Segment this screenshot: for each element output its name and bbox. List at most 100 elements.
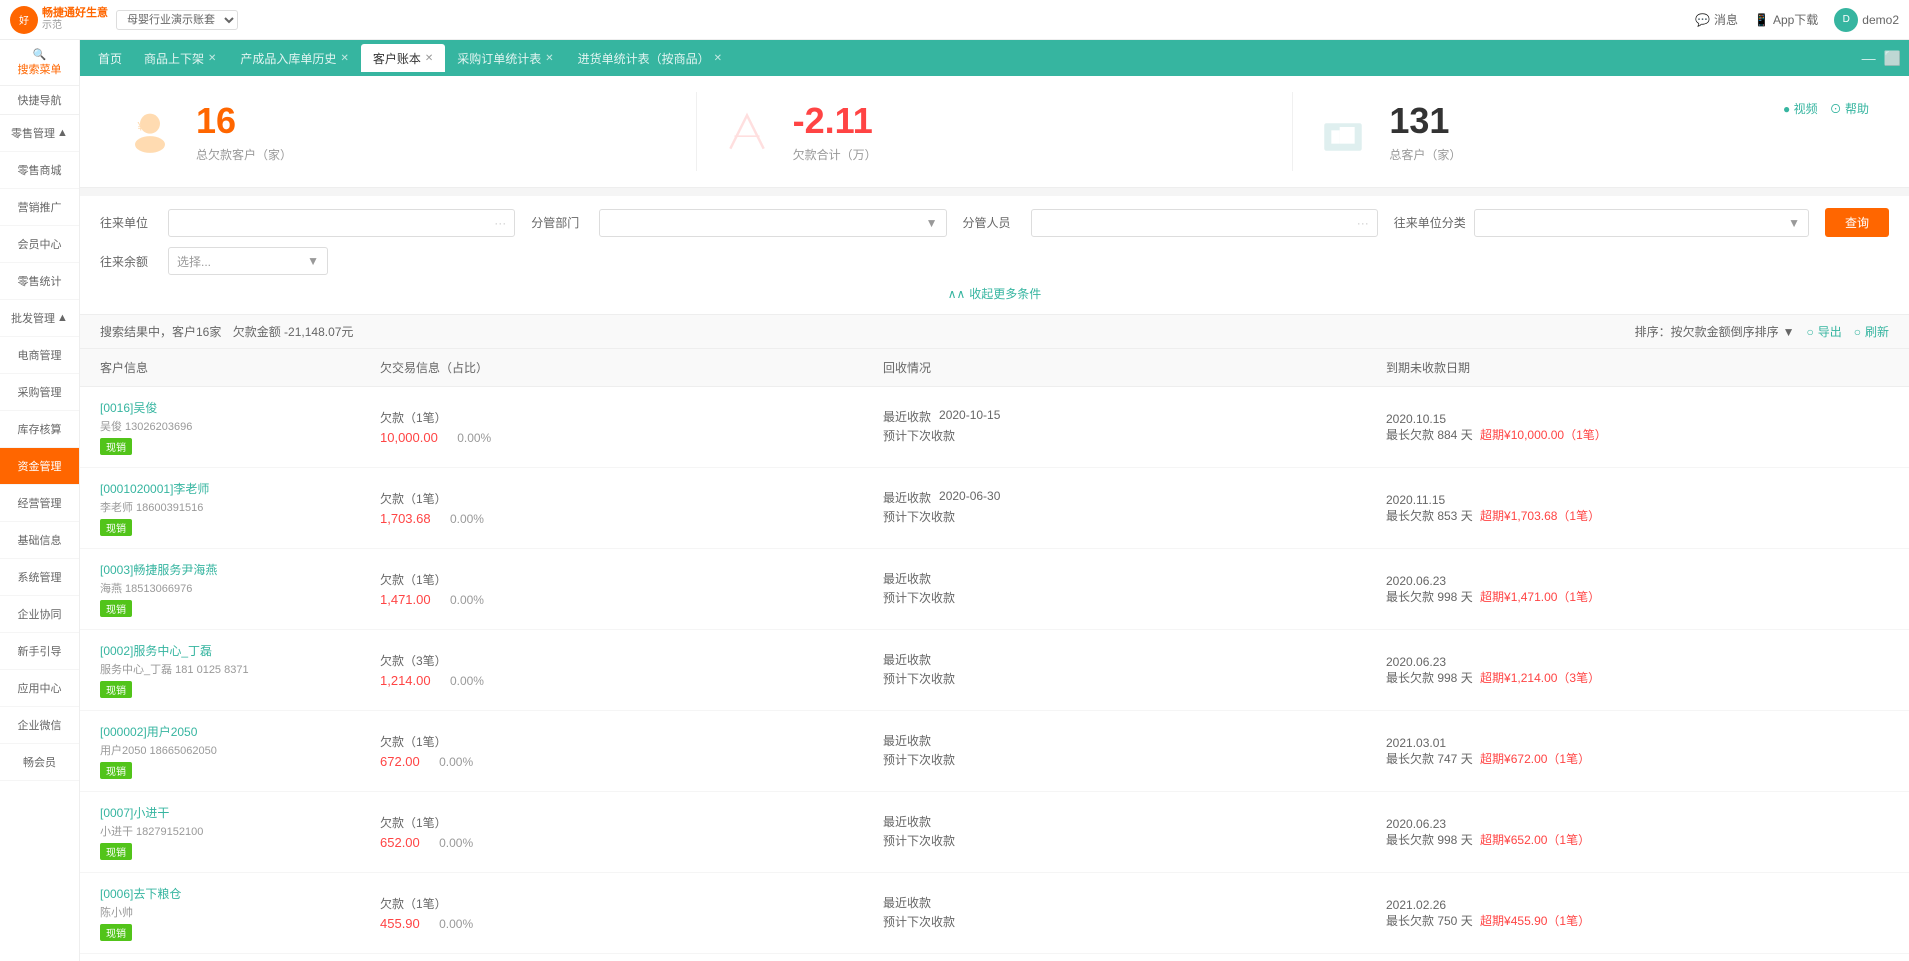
recovery-row-2a: 最近收款	[883, 570, 1386, 587]
industry-select[interactable]: 母婴行业演示账套	[116, 10, 238, 30]
user-menu[interactable]: D demo2	[1834, 8, 1899, 32]
chevron-down-icon-2: ▼	[1788, 216, 1800, 230]
dept-select[interactable]: ▼	[599, 209, 946, 237]
source-unit-dots: ···	[494, 216, 506, 230]
balance-select[interactable]: 选择... ▼	[168, 247, 328, 275]
sidebar-item-retail-store[interactable]: 零售商城	[0, 152, 79, 189]
chevron-down-icon: ▼	[926, 216, 938, 230]
overdue-link-0[interactable]: 超期¥10,000.00（1笔）	[1480, 428, 1607, 442]
sidebar-item-marketing[interactable]: 营销推广	[0, 189, 79, 226]
customer-name-2[interactable]: [0003]畅捷服务尹海燕	[100, 561, 380, 578]
debt-amount-3: 1,214.00	[380, 673, 431, 688]
table-row: [0003]畅捷服务尹海燕 海燕 18513066976 现销 欠款（1笔） 1…	[80, 549, 1909, 630]
sidebar-item-collaboration[interactable]: 企业协同	[0, 596, 79, 633]
overdue-link-2[interactable]: 超期¥1,471.00（1笔）	[1480, 590, 1600, 604]
app-download-btn[interactable]: 📱 App下载	[1754, 11, 1818, 28]
customer-name-6[interactable]: [0006]去下粮仓	[100, 885, 380, 902]
tab-close-product[interactable]: ✕	[208, 53, 216, 64]
export-button[interactable]: ○ 导出	[1806, 323, 1841, 340]
customer-info-6: [0006]去下粮仓 陈小帅 现销	[100, 885, 380, 941]
sidebar-item-member2[interactable]: 畅会员	[0, 744, 79, 781]
table-row: [0016]吴俊 吴俊 13026203696 现销 欠款（1笔） 10,000…	[80, 387, 1909, 468]
video-btn[interactable]: ● 视频	[1783, 100, 1818, 117]
search-button[interactable]: 查询	[1825, 208, 1889, 237]
sidebar-item-apps[interactable]: 应用中心	[0, 670, 79, 707]
sidebar: 🔍 搜索菜单 快捷导航 零售管理 ▲ 零售商城 营销推广 会员中心 零售统计 批…	[0, 40, 80, 961]
debt-count-1: 欠款（1笔）	[380, 490, 883, 507]
sidebar-item-guide[interactable]: 新手引导	[0, 633, 79, 670]
tab-production-history[interactable]: 产成品入库单历史 ✕	[228, 44, 360, 72]
table-row: [0002]服务中心_丁磊 服务中心_丁磊 181 0125 8371 现销 欠…	[80, 630, 1909, 711]
tab-purchase-stats[interactable]: 采购订单统计表 ✕	[445, 44, 565, 72]
logo-icon: 好	[10, 6, 38, 34]
customer-name-3[interactable]: [0002]服务中心_丁磊	[100, 642, 380, 659]
sidebar-item-inventory[interactable]: 库存核算	[0, 411, 79, 448]
top-bar-left: 好 畅捷通好生意 示范 母婴行业演示账套	[10, 6, 238, 34]
tab-close-ledger[interactable]: ✕	[425, 53, 433, 64]
overdue-link-3[interactable]: 超期¥1,214.00（3笔）	[1480, 671, 1600, 685]
customer-info-2: [0003]畅捷服务尹海燕 海燕 18513066976 现销	[100, 561, 380, 617]
debt-percent-3: 0.00%	[450, 674, 484, 688]
sidebar-item-wechat[interactable]: 企业微信	[0, 707, 79, 744]
message-btn[interactable]: 💬 消息	[1695, 11, 1738, 28]
debt-count-5: 欠款（1笔）	[380, 814, 883, 831]
header-due-date: 到期未收款日期	[1386, 359, 1889, 376]
customer-name-5[interactable]: [0007]小进干	[100, 804, 380, 821]
maximize-icon[interactable]: ⬜	[1884, 50, 1901, 67]
recovery-info-6: 最近收款 预计下次收款	[883, 894, 1386, 932]
sidebar-item-finance[interactable]: 资金管理	[0, 448, 79, 485]
help-btn[interactable]: ⊙ 帮助	[1830, 100, 1869, 117]
sidebar-search[interactable]: 🔍 搜索菜单	[0, 40, 79, 86]
table-header: 客户信息 欠交易信息（占比） 回收情况 到期未收款日期	[80, 349, 1909, 387]
overdue-link-4[interactable]: 超期¥672.00（1笔）	[1480, 752, 1590, 766]
sidebar-item-wholesale-mgmt[interactable]: 批发管理 ▲	[0, 300, 79, 337]
sidebar-item-basic-info[interactable]: 基础信息	[0, 522, 79, 559]
sidebar-item-purchase[interactable]: 采购管理	[0, 374, 79, 411]
sidebar-item-ecommerce[interactable]: 电商管理	[0, 337, 79, 374]
source-unit-input[interactable]: ···	[168, 209, 515, 237]
stat-debt-amount: -2.11 欠款合计（万）	[697, 92, 1294, 171]
sort-selector[interactable]: 排序：按欠款金额倒序排序 ▼	[1635, 323, 1795, 340]
minimize-icon[interactable]: —	[1862, 50, 1876, 67]
chevron-icon: ▲	[57, 127, 68, 139]
tab-product-onoff[interactable]: 商品上下架 ✕	[132, 44, 228, 72]
debt-count-6: 欠款（1笔）	[380, 895, 883, 912]
debt-amount-1: 1,703.68	[380, 511, 431, 526]
stat-amount-info: -2.11 欠款合计（万）	[793, 100, 1273, 163]
results-actions: 排序：按欠款金额倒序排序 ▼ ○ 导出 ○ 刷新	[1635, 323, 1889, 340]
sidebar-item-system[interactable]: 系统管理	[0, 559, 79, 596]
customer-name-4[interactable]: [000002]用户2050	[100, 723, 380, 740]
tab-close-purchase[interactable]: ✕	[545, 53, 553, 64]
overdue-link-1[interactable]: 超期¥1,703.68（1笔）	[1480, 509, 1600, 523]
recovery-row-2b: 预计下次收款	[883, 589, 1386, 606]
debt-customers-icon: ¥	[120, 102, 180, 162]
recovery-row-5b: 预计下次收款	[883, 832, 1386, 849]
overdue-link-5[interactable]: 超期¥652.00（1笔）	[1480, 833, 1590, 847]
sidebar-item-retail-stats[interactable]: 零售统计	[0, 263, 79, 300]
debt-percent-1: 0.00%	[450, 512, 484, 526]
customer-name-1[interactable]: [0001020001]李老师	[100, 480, 380, 497]
refresh-button[interactable]: ○ 刷新	[1854, 323, 1889, 340]
debt-percent-4: 0.00%	[439, 755, 473, 769]
recovery-row-4b: 预计下次收款	[883, 751, 1386, 768]
tab-stock-stats[interactable]: 进货单统计表（按商品） ✕	[566, 44, 734, 72]
sidebar-quick-nav[interactable]: 快捷导航	[0, 86, 79, 115]
recovery-row-6b: 预计下次收款	[883, 913, 1386, 930]
collapse-row[interactable]: ∧∧ 收起更多条件	[100, 285, 1889, 302]
overdue-link-6[interactable]: 超期¥455.90（1笔）	[1480, 914, 1590, 928]
person-input[interactable]: ···	[1031, 209, 1378, 237]
tab-home[interactable]: 首页	[88, 50, 132, 67]
tab-customer-ledger[interactable]: 客户账本 ✕	[361, 44, 445, 72]
sidebar-item-operations[interactable]: 经营管理	[0, 485, 79, 522]
tab-close-stock[interactable]: ✕	[714, 53, 722, 64]
sidebar-item-retail-mgmt[interactable]: 零售管理 ▲	[0, 115, 79, 152]
customer-sub-4: 用户2050 18665062050	[100, 742, 380, 758]
sidebar-item-member[interactable]: 会员中心	[0, 226, 79, 263]
logo-sub: 示范	[42, 20, 108, 32]
due-date-info-0: 2020.10.15 最长欠款 884 天 超期¥10,000.00（1笔）	[1386, 412, 1889, 443]
tab-close-production[interactable]: ✕	[340, 53, 348, 64]
table-row: [0001020001]李老师 李老师 18600391516 现销 欠款（1笔…	[80, 468, 1909, 549]
unit-class-select[interactable]: ▼	[1474, 209, 1809, 237]
debt-count-2: 欠款（1笔）	[380, 571, 883, 588]
customer-name-0[interactable]: [0016]吴俊	[100, 399, 380, 416]
